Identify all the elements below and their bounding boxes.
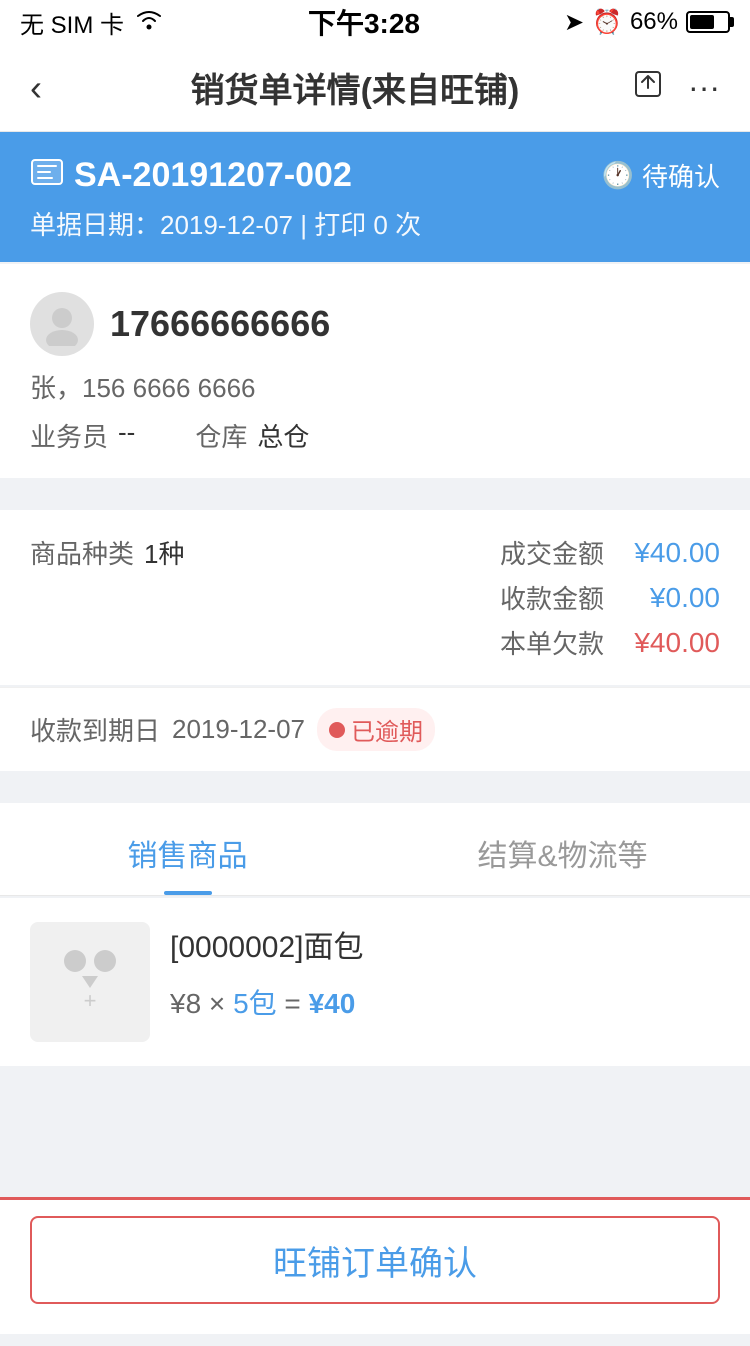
confirm-button-label: 旺铺订单确认 [273, 1236, 477, 1285]
customer-phone[interactable]: 17666666666 [110, 303, 330, 345]
product-thumbnail: + [30, 922, 150, 1042]
salesperson-value: -- [118, 417, 135, 454]
tab-settlement[interactable]: 结算&物流等 [375, 803, 750, 895]
overdue-dot-icon [329, 722, 345, 738]
carrier-label: 无 SIM 卡 [20, 5, 124, 40]
owed-row: 本单欠款 ¥40.00 [500, 624, 720, 661]
summary-section: 商品种类 1种 成交金额 ¥40.00 收款金额 ¥0.00 本单欠款 ¥40.… [0, 510, 750, 685]
alarm-icon: ⏰ [592, 8, 622, 37]
customer-meta: 业务员 -- 仓库 总仓 [30, 417, 720, 454]
warehouse-item: 仓库 总仓 [195, 417, 309, 454]
overdue-label: 已逾期 [351, 712, 423, 747]
status-time: 下午3:28 [308, 2, 420, 42]
status-bar: 无 SIM 卡 下午3:28 ➤ ⏰ 66% [0, 0, 750, 44]
nav-bar: ‹ 销货单详情(来自旺铺) ··· [0, 44, 750, 132]
product-info: [0000002]面包 ¥8 × 5包 = ¥40 [170, 922, 720, 1022]
location-icon: ➤ [564, 8, 584, 37]
owl-left-eye [64, 950, 86, 972]
avatar [30, 292, 94, 356]
customer-section: 17666666666 张，156 6666 6666 业务员 -- 仓库 总仓 [0, 264, 750, 478]
tab-settlement-label: 结算&物流等 [477, 840, 647, 873]
warehouse-label: 仓库 [195, 417, 247, 454]
confirm-order-button[interactable]: 旺铺订单确认 [30, 1216, 720, 1304]
tab-section: 销售商品 结算&物流等 [0, 803, 750, 896]
status-left: 无 SIM 卡 [20, 5, 164, 40]
status-right: ➤ ⏰ 66% [564, 8, 730, 37]
due-date-section: 收款到期日 2019-12-07 已逾期 [0, 687, 750, 771]
product-logo: + [64, 950, 116, 1014]
product-price: ¥8 × 5包 = ¥40 [170, 982, 720, 1022]
nav-actions: ··· [620, 68, 720, 108]
share-button[interactable] [632, 68, 664, 108]
product-qty: 5包 [233, 988, 277, 1019]
order-id-icon [30, 156, 64, 195]
warehouse-value: 总仓 [257, 417, 309, 454]
tab-sales-products[interactable]: 销售商品 [0, 803, 375, 895]
product-price-text: ¥8 × [170, 988, 233, 1019]
wifi-icon [134, 8, 164, 37]
clock-icon: 🕐 [602, 160, 634, 191]
back-button[interactable]: ‹ [30, 67, 90, 109]
customer-row: 17666666666 [30, 292, 720, 356]
owed-value: ¥40.00 [620, 627, 720, 659]
collected-value: ¥0.00 [620, 582, 720, 614]
due-date-value: 2019-12-07 [172, 714, 305, 745]
salesperson-label: 业务员 [30, 417, 108, 454]
product-total: ¥40 [309, 988, 356, 1019]
product-list: + [0000002]面包 ¥8 × 5包 = ¥40 [0, 898, 750, 1066]
product-types: 商品种类 1种 [30, 534, 184, 571]
financial-summary: 成交金额 ¥40.00 收款金额 ¥0.00 本单欠款 ¥40.00 [500, 534, 720, 661]
page-title: 销货单详情(来自旺铺) [90, 63, 620, 112]
order-header-top: SA-20191207-002 🕐 待确认 [30, 156, 720, 195]
order-id: SA-20191207-002 [30, 156, 352, 195]
deal-amount-value: ¥40.00 [620, 537, 720, 569]
owl-plus: + [84, 988, 97, 1014]
due-date-label: 收款到期日 [30, 711, 160, 748]
order-status: 🕐 待确认 [602, 157, 720, 194]
order-id-text: SA-20191207-002 [74, 156, 352, 195]
product-types-label: 商品种类 [30, 534, 134, 571]
overdue-badge: 已逾期 [317, 708, 435, 751]
collected-label: 收款金额 [500, 579, 604, 616]
deal-amount-label: 成交金额 [500, 534, 604, 571]
more-button[interactable]: ··· [688, 69, 720, 106]
product-name: [0000002]面包 [170, 922, 720, 966]
salesperson-item: 业务员 -- [30, 417, 135, 454]
divider-1 [0, 478, 750, 494]
order-date: 单据日期：2019-12-07 | 打印 0 次 [30, 205, 720, 242]
battery-label: 66% [630, 8, 678, 36]
owl-beak [82, 976, 98, 988]
customer-name: 张，156 6666 6666 [30, 368, 720, 405]
battery-icon [686, 11, 730, 33]
owed-label: 本单欠款 [500, 624, 604, 661]
deal-amount-row: 成交金额 ¥40.00 [500, 534, 720, 571]
bottom-button-area: 旺铺订单确认 [0, 1197, 750, 1334]
order-header-card: SA-20191207-002 🕐 待确认 单据日期：2019-12-07 | … [0, 132, 750, 262]
tab-sales-products-label: 销售商品 [128, 840, 248, 873]
product-types-value: 1种 [144, 534, 184, 571]
collected-row: 收款金额 ¥0.00 [500, 579, 720, 616]
product-equals: = [277, 988, 309, 1019]
owl-eyes [64, 950, 116, 972]
product-item: + [0000002]面包 ¥8 × 5包 = ¥40 [30, 922, 720, 1042]
status-text: 待确认 [642, 157, 720, 194]
divider-2 [0, 771, 750, 787]
owl-right-eye [94, 950, 116, 972]
